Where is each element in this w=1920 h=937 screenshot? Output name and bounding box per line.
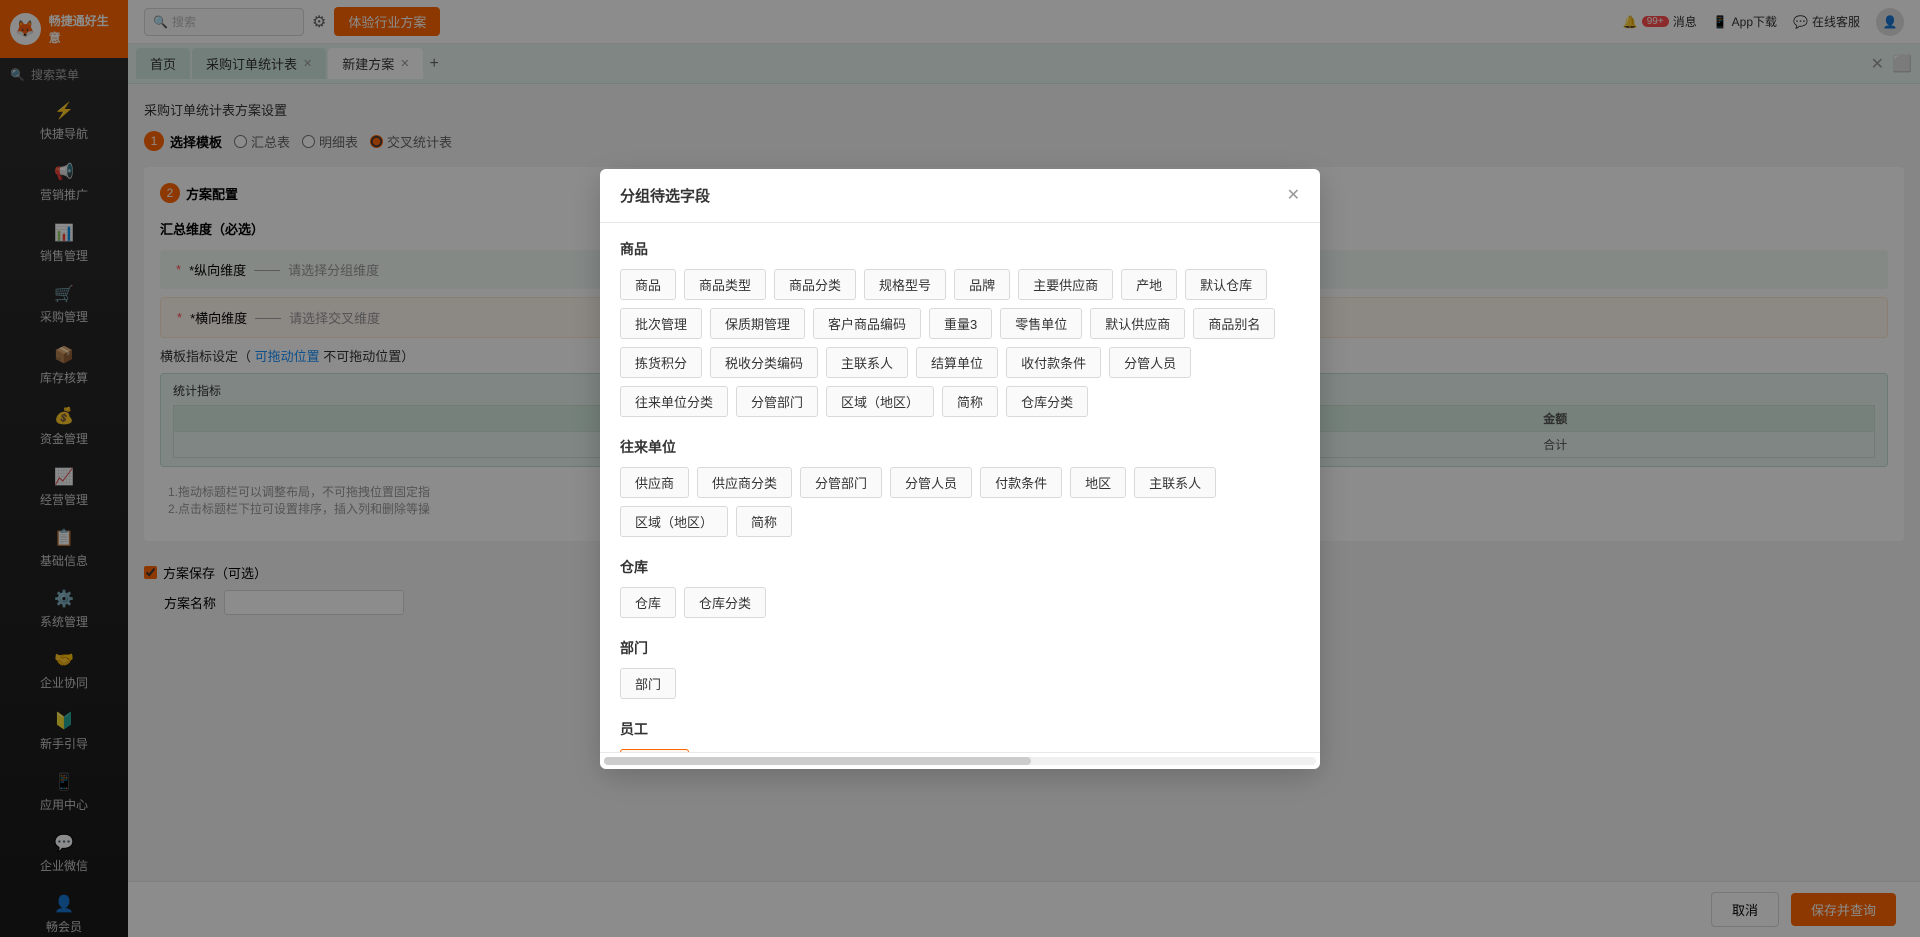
field-group-title-warehouse: 仓库	[620, 557, 1300, 577]
field-group-title-partner: 往来单位	[620, 437, 1300, 457]
field-group-partner: 往来单位供应商供应商分类分管部门分管人员付款条件地区主联系人区域（地区） 简称	[620, 437, 1300, 537]
field-tag-pickup-points[interactable]: 拣货积分	[620, 347, 702, 378]
field-tags-partner: 供应商供应商分类分管部门分管人员付款条件地区主联系人区域（地区） 简称	[620, 467, 1300, 537]
field-tag-warehouse-category[interactable]: 仓库分类	[1006, 386, 1088, 417]
field-tag-payment-cond[interactable]: 付款条件	[980, 467, 1062, 498]
field-group-goods: 商品商品商品类型商品分类规格型号品牌主要供应商产地默认仓库批次管理保质期管理客户…	[620, 239, 1300, 417]
field-tag-manager[interactable]: 分管人员	[1109, 347, 1191, 378]
field-tag-default-warehouse[interactable]: 默认仓库	[1185, 269, 1267, 300]
field-tags-goods: 商品商品类型商品分类规格型号品牌主要供应商产地默认仓库批次管理保质期管理客户商品…	[620, 269, 1300, 417]
field-tag-goods-category[interactable]: 商品分类	[774, 269, 856, 300]
field-tag-warehouse-cat[interactable]: 仓库分类	[684, 587, 766, 618]
field-tag-goods-type[interactable]: 商品类型	[684, 269, 766, 300]
field-tag-warehouse-name[interactable]: 仓库	[620, 587, 676, 618]
field-tags-warehouse: 仓库仓库分类	[620, 587, 1300, 618]
field-tag-dept-name[interactable]: 部门	[620, 668, 676, 699]
field-tag-goods-name[interactable]: 商品	[620, 269, 676, 300]
field-group-warehouse: 仓库仓库仓库分类	[620, 557, 1300, 618]
modal-header: 分组待选字段 ✕	[600, 169, 1320, 223]
field-group-department: 部门部门	[620, 638, 1300, 699]
field-group-title-goods: 商品	[620, 239, 1300, 259]
field-tag-main-contact[interactable]: 主联系人	[826, 347, 908, 378]
field-tag-short-name[interactable]: 简称	[942, 386, 998, 417]
field-tag-weight3[interactable]: 重量3	[929, 308, 992, 339]
field-tag-dept-partner[interactable]: 分管部门	[800, 467, 882, 498]
field-tags-department: 部门	[620, 668, 1300, 699]
field-tag-short-name-partner[interactable]: 简称	[736, 506, 792, 537]
field-tag-batch-mgmt[interactable]: 批次管理	[620, 308, 702, 339]
field-tag-main-supplier[interactable]: 主要供应商	[1018, 269, 1113, 300]
field-tag-main-contact-partner[interactable]: 主联系人	[1134, 467, 1216, 498]
field-tag-dept[interactable]: 分管部门	[736, 386, 818, 417]
field-group-title-employee: 员工	[620, 719, 1300, 739]
field-tag-region-goods[interactable]: 区域（地区）	[826, 386, 934, 417]
modal-title: 分组待选字段	[620, 185, 710, 206]
modal-footer-scroll	[600, 752, 1320, 769]
field-tag-brand[interactable]: 品牌	[954, 269, 1010, 300]
field-tag-supplier-category[interactable]: 供应商分类	[697, 467, 792, 498]
field-tag-expiry-mgmt[interactable]: 保质期管理	[710, 308, 805, 339]
field-tag-settlement-unit[interactable]: 结算单位	[916, 347, 998, 378]
modal-dialog: 分组待选字段 ✕ 商品商品商品类型商品分类规格型号品牌主要供应商产地默认仓库批次…	[600, 169, 1320, 769]
field-tag-origin[interactable]: 产地	[1121, 269, 1177, 300]
field-tag-alias[interactable]: 商品别名	[1193, 308, 1275, 339]
field-group-employee: 员工业务员	[620, 719, 1300, 752]
field-tag-region-partner2[interactable]: 区域（地区）	[620, 506, 728, 537]
modal-close-icon[interactable]: ✕	[1287, 185, 1300, 205]
hscrollbar-thumb	[604, 757, 1031, 765]
field-tag-retail-unit[interactable]: 零售单位	[1000, 308, 1082, 339]
field-tag-dept-staff[interactable]: 分管人员	[890, 467, 972, 498]
field-tag-spec-type[interactable]: 规格型号	[864, 269, 946, 300]
field-tag-customer-code[interactable]: 客户商品编码	[813, 308, 921, 339]
modal-body[interactable]: 商品商品商品类型商品分类规格型号品牌主要供应商产地默认仓库批次管理保质期管理客户…	[600, 223, 1320, 752]
field-tag-source-unit-category[interactable]: 往来单位分类	[620, 386, 728, 417]
field-tag-region-partner[interactable]: 地区	[1070, 467, 1126, 498]
field-group-title-department: 部门	[620, 638, 1300, 658]
hscrollbar-track[interactable]	[604, 757, 1316, 765]
field-tag-tax-category[interactable]: 税收分类编码	[710, 347, 818, 378]
field-tag-supplier[interactable]: 供应商	[620, 467, 689, 498]
field-tag-default-supplier[interactable]: 默认供应商	[1090, 308, 1185, 339]
field-tag-payment-terms[interactable]: 收付款条件	[1006, 347, 1101, 378]
